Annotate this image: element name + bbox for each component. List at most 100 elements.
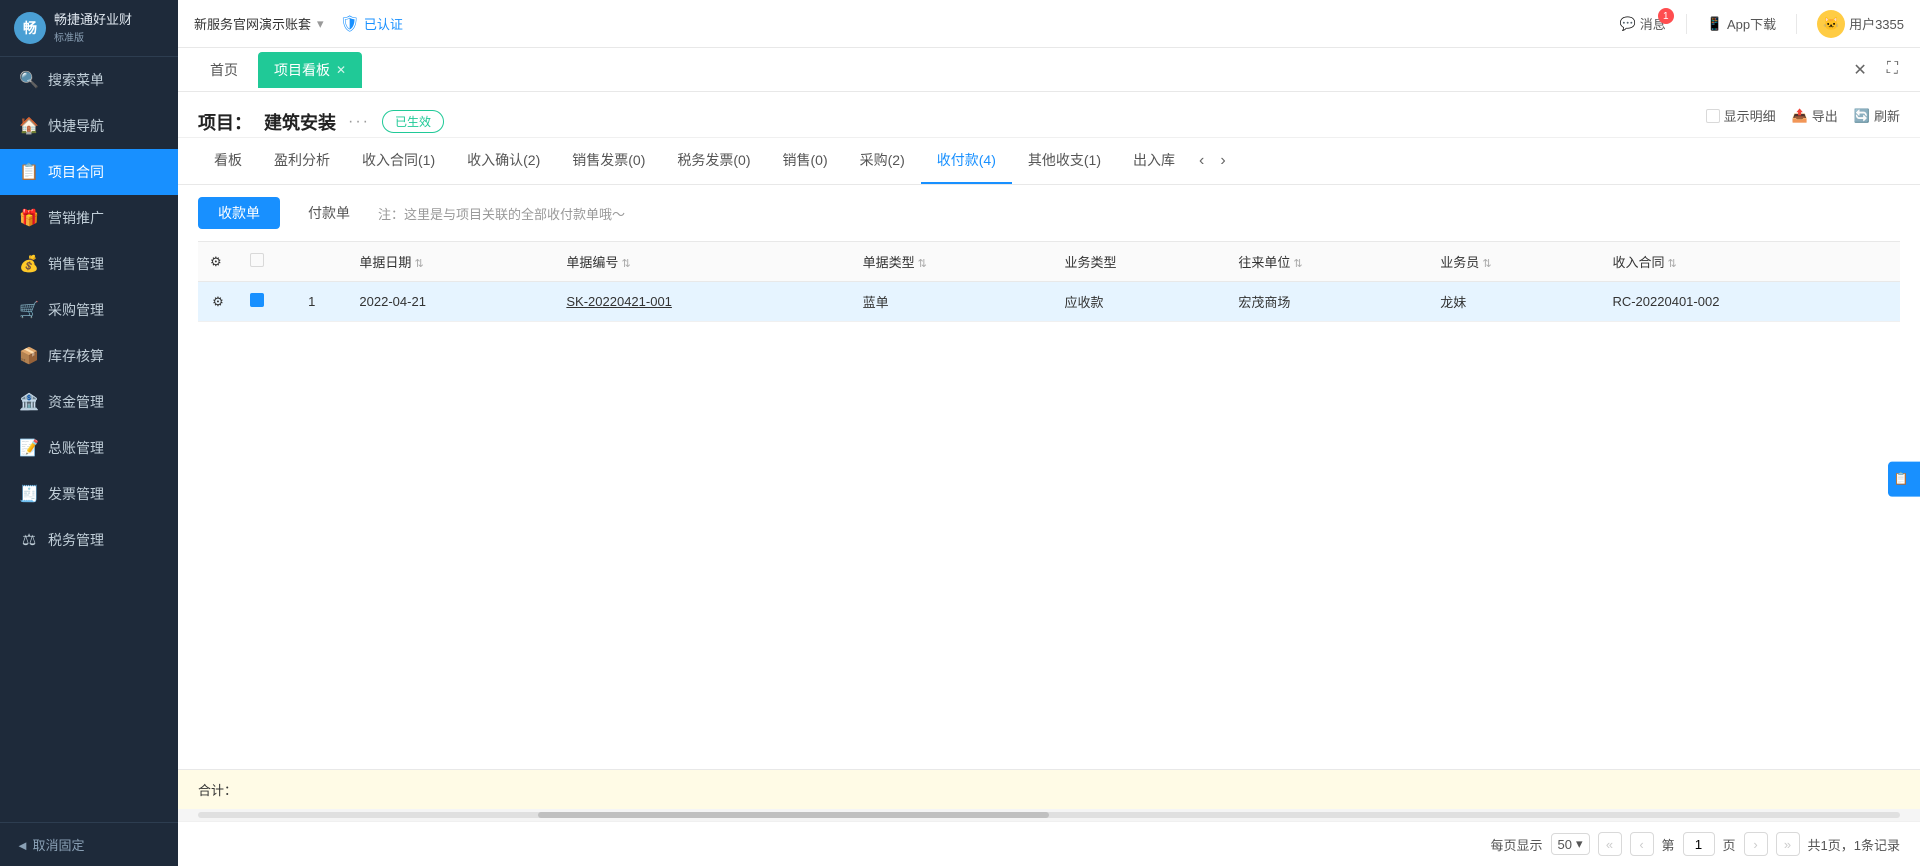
th-date[interactable]: 单据日期 bbox=[347, 242, 554, 282]
th-checkbox[interactable] bbox=[238, 242, 276, 282]
sidebar-item-project-contract[interactable]: 📋 项目合同 bbox=[0, 149, 178, 195]
total-row: 合计： bbox=[178, 769, 1920, 809]
row-date: 2022-04-21 bbox=[347, 282, 554, 322]
per-page-chevron: ▾ bbox=[1576, 836, 1583, 852]
divider2 bbox=[1796, 14, 1797, 34]
sub-tab-purchase[interactable]: 采购(2) bbox=[844, 138, 921, 184]
sub-tab-in-out[interactable]: 出入库 bbox=[1117, 138, 1191, 184]
sub-tab-income-confirm[interactable]: 收入确认(2) bbox=[451, 138, 556, 184]
tab-close-icon[interactable]: ✕ bbox=[336, 63, 346, 77]
sidebar-item-label: 采购管理 bbox=[48, 300, 104, 320]
message-icon: 💬 bbox=[1620, 16, 1636, 32]
per-page-select[interactable]: 50 ▾ bbox=[1551, 833, 1590, 855]
refresh-icon: 🔄 bbox=[1854, 108, 1870, 124]
user-menu-button[interactable]: 🐱 用户3355 bbox=[1817, 10, 1904, 38]
maximize-window-button[interactable]: ⛶ bbox=[1881, 58, 1904, 82]
row-biz-type: 应收款 bbox=[1053, 282, 1227, 322]
sub-tab-sales-invoice[interactable]: 销售发票(0) bbox=[556, 138, 661, 184]
total-info: 共1页，1条记录 bbox=[1808, 835, 1900, 854]
messages-button[interactable]: 💬 消息 1 bbox=[1620, 14, 1666, 33]
sidebar-item-label: 营销推广 bbox=[48, 208, 104, 228]
sidebar-item-search[interactable]: 🔍 搜索菜单 bbox=[0, 57, 178, 103]
sub-tabs-next-button[interactable]: › bbox=[1212, 148, 1233, 174]
row-salesperson: 龙妹 bbox=[1428, 282, 1600, 322]
more-button[interactable]: ··· bbox=[348, 113, 370, 131]
sub-tab-receipts[interactable]: 收付款(4) bbox=[921, 138, 1012, 184]
row-gear-cell[interactable]: ⚙ bbox=[198, 282, 238, 322]
table-container: ⚙ 单据日期 单据编号 单据类型 业务类型 往来单位 业务员 收入合同 bbox=[178, 241, 1920, 769]
sub-tabs-prev-button[interactable]: ‹ bbox=[1191, 148, 1212, 174]
show-detail-label: 显示明细 bbox=[1724, 106, 1776, 125]
ledger-icon: 📝 bbox=[20, 439, 38, 457]
divider bbox=[1686, 14, 1687, 34]
th-type[interactable]: 单据类型 bbox=[851, 242, 1053, 282]
th-salesperson[interactable]: 业务员 bbox=[1428, 242, 1600, 282]
export-button[interactable]: 📤 导出 bbox=[1792, 106, 1838, 125]
show-detail-area[interactable]: 显示明细 bbox=[1706, 106, 1776, 125]
top-header: 新服务官网演示账套 ▾ 🛡 已认证 💬 消息 1 📱 App下载 🐱 bbox=[178, 0, 1920, 48]
per-page-label: 每页显示 bbox=[1490, 835, 1542, 854]
pagination: 每页显示 50 ▾ « ‹ 第 页 › » 共1页，1条记录 bbox=[178, 821, 1920, 866]
row-checkbox[interactable] bbox=[250, 293, 264, 307]
scroll-thumb[interactable] bbox=[538, 812, 1049, 818]
last-page-button[interactable]: » bbox=[1776, 832, 1800, 856]
close-window-button[interactable]: ✕ bbox=[1847, 58, 1872, 82]
avatar: 🐱 bbox=[1817, 10, 1845, 38]
tab-kanban[interactable]: 项目看板 ✕ bbox=[258, 52, 362, 88]
show-detail-checkbox[interactable] bbox=[1706, 109, 1720, 123]
sidebar-item-marketing[interactable]: 🎁 营销推广 bbox=[0, 195, 178, 241]
sub-tab-other-income[interactable]: 其他收支(1) bbox=[1012, 138, 1117, 184]
unpin-label: ◄ 取消固定 bbox=[16, 835, 84, 854]
table-row[interactable]: ⚙ 1 2022-04-21 SK-20220421-001 蓝单 应收款 宏茂… bbox=[198, 282, 1900, 322]
sidebar-item-quick-nav[interactable]: 🏠 快捷导航 bbox=[0, 103, 178, 149]
page-label: 第 bbox=[1662, 835, 1675, 854]
sub-tab-sales[interactable]: 销售(0) bbox=[767, 138, 844, 184]
logo-text-area: 畅捷通好业财 标准版 bbox=[54, 12, 132, 44]
next-page-button[interactable]: › bbox=[1744, 832, 1768, 856]
th-partner[interactable]: 往来单位 bbox=[1226, 242, 1428, 282]
sidebar-item-invoice[interactable]: 🧾 发票管理 bbox=[0, 471, 178, 517]
th-settings[interactable]: ⚙ bbox=[198, 242, 238, 282]
th-income-contract[interactable]: 收入合同 bbox=[1600, 242, 1900, 282]
receipt-tab-button[interactable]: 收款单 bbox=[198, 197, 280, 229]
certified-text: 已认证 bbox=[364, 14, 403, 33]
sub-tab-tax-invoice[interactable]: 税务发票(0) bbox=[661, 138, 766, 184]
receipts-table: ⚙ 单据日期 单据编号 单据类型 业务类型 往来单位 业务员 收入合同 bbox=[198, 241, 1900, 322]
account-selector[interactable]: 新服务官网演示账套 ▾ bbox=[194, 14, 324, 33]
sub-tab-income-contract[interactable]: 收入合同(1) bbox=[346, 138, 451, 184]
payment-tab-button[interactable]: 付款单 bbox=[288, 197, 370, 229]
phone-icon: 📱 bbox=[1707, 16, 1723, 32]
first-page-button[interactable]: « bbox=[1598, 832, 1622, 856]
sidebar-item-ledger[interactable]: 📝 总账管理 bbox=[0, 425, 178, 471]
th-number[interactable]: 单据编号 bbox=[554, 242, 850, 282]
messages-badge: 1 bbox=[1658, 8, 1674, 24]
sidebar-item-sales-mgmt[interactable]: 💰 销售管理 bbox=[0, 241, 178, 287]
sidebar-item-tax[interactable]: ⚖ 税务管理 bbox=[0, 517, 178, 563]
app-download-button[interactable]: 📱 App下载 bbox=[1707, 14, 1776, 33]
sub-tab-profit[interactable]: 盈利分析 bbox=[258, 138, 346, 184]
tab-home[interactable]: 首页 bbox=[194, 52, 254, 88]
scroll-track[interactable] bbox=[198, 812, 1900, 818]
inner-tab-hint: 注：这里是与项目关联的全部收付款单哦～ bbox=[378, 204, 625, 223]
row-number[interactable]: SK-20220421-001 bbox=[554, 282, 850, 322]
capital-icon: 🏦 bbox=[20, 393, 38, 411]
sidebar-item-label: 销售管理 bbox=[48, 254, 104, 274]
refresh-button[interactable]: 🔄 刷新 bbox=[1854, 106, 1900, 125]
project-name: 建筑安装 bbox=[264, 109, 336, 135]
row-checkbox-cell[interactable] bbox=[238, 282, 276, 322]
sales-icon: 💰 bbox=[20, 255, 38, 273]
invoice-icon: 🧾 bbox=[20, 485, 38, 503]
sub-tab-kanban[interactable]: 看板 bbox=[198, 138, 258, 184]
marketing-icon: 🎁 bbox=[20, 209, 38, 227]
page-input[interactable] bbox=[1683, 832, 1715, 856]
select-all-checkbox[interactable] bbox=[250, 253, 264, 267]
float-action-button[interactable]: 📋 bbox=[1888, 462, 1920, 497]
sidebar-item-inventory[interactable]: 📦 库存核算 bbox=[0, 333, 178, 379]
avatar-emoji: 🐱 bbox=[1823, 16, 1839, 32]
sidebar-item-capital[interactable]: 🏦 资金管理 bbox=[0, 379, 178, 425]
sidebar-item-purchase-mgmt[interactable]: 🛒 采购管理 bbox=[0, 287, 178, 333]
horizontal-scrollbar[interactable] bbox=[178, 809, 1920, 821]
unpin-button[interactable]: ◄ 取消固定 bbox=[0, 822, 178, 866]
prev-page-button[interactable]: ‹ bbox=[1630, 832, 1654, 856]
app-name: 畅捷通好业财 bbox=[54, 12, 132, 29]
